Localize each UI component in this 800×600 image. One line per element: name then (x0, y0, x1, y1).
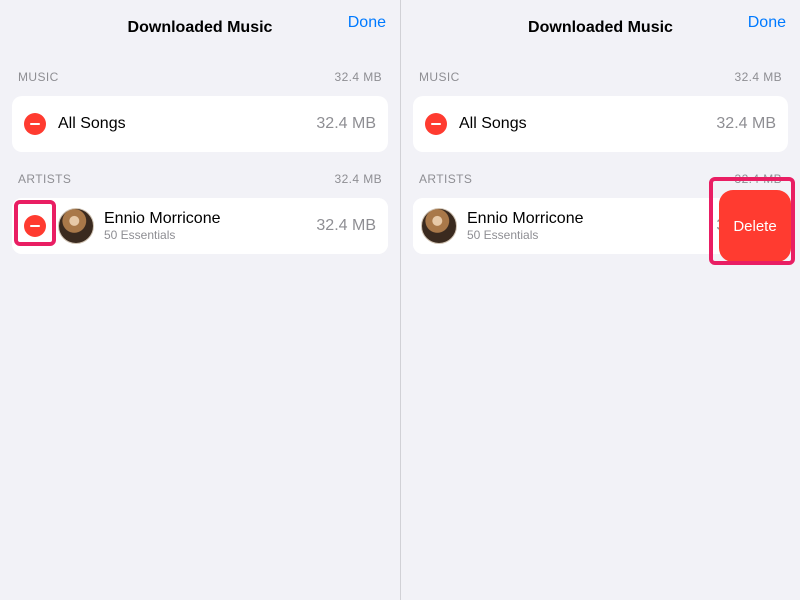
artist-row-wrap: Ennio Morricone 50 Essentials 32.4 MB (12, 198, 388, 254)
row-size: 32.4 MB (316, 217, 376, 235)
all-songs-row[interactable]: All Songs 32.4 MB (413, 96, 788, 152)
page-title: Downloaded Music (128, 19, 273, 37)
section-label: MUSIC (419, 70, 460, 84)
done-button[interactable]: Done (348, 14, 386, 32)
section-header-artists: ARTISTS 32.4 MB (401, 166, 800, 192)
all-songs-row[interactable]: All Songs 32.4 MB (12, 96, 388, 152)
artist-sub: 50 Essentials (467, 228, 708, 244)
row-size: 32.4 MB (316, 115, 376, 133)
artist-avatar-icon (58, 208, 94, 244)
music-row-group: All Songs 32.4 MB (413, 96, 788, 152)
section-label: ARTISTS (419, 172, 472, 186)
screenshot-before: Downloaded Music Done MUSIC 32.4 MB All … (0, 0, 400, 600)
section-label: ARTISTS (18, 172, 71, 186)
delete-button[interactable]: Delete (719, 190, 791, 262)
screenshot-after: Downloaded Music Done MUSIC 32.4 MB All … (400, 0, 800, 600)
row-title: All Songs (58, 114, 308, 133)
row-main: Ennio Morricone 50 Essentials (104, 209, 308, 244)
nav-header: Downloaded Music Done (401, 0, 800, 50)
section-size: 32.4 MB (335, 70, 383, 84)
section-size: 32.4 MB (735, 70, 783, 84)
section-header-artists: ARTISTS 32.4 MB (0, 166, 400, 192)
music-row-group: All Songs 32.4 MB (12, 96, 388, 152)
done-button[interactable]: Done (748, 14, 786, 32)
artist-row-wrap: Ennio Morricone 50 Essentials 32.4 MB De… (413, 198, 788, 254)
row-main: All Songs (459, 114, 708, 133)
artist-name: Ennio Morricone (467, 209, 708, 228)
remove-icon[interactable] (24, 215, 46, 237)
section-size: 32.4 MB (335, 172, 383, 186)
row-title: All Songs (459, 114, 708, 133)
row-size: 32.4 MB (716, 115, 776, 133)
nav-header: Downloaded Music Done (0, 0, 400, 50)
artist-sub: 50 Essentials (104, 228, 308, 244)
row-main: All Songs (58, 114, 308, 133)
section-size: 32.4 MB (735, 172, 783, 186)
artist-avatar-icon (421, 208, 457, 244)
section-label: MUSIC (18, 70, 59, 84)
section-header-music: MUSIC 32.4 MB (0, 64, 400, 90)
section-header-music: MUSIC 32.4 MB (401, 64, 800, 90)
artist-row[interactable]: Ennio Morricone 50 Essentials 32.4 MB (12, 198, 388, 254)
row-main: Ennio Morricone 50 Essentials (467, 209, 708, 244)
remove-icon[interactable] (425, 113, 447, 135)
page-title: Downloaded Music (528, 19, 673, 37)
artist-name: Ennio Morricone (104, 209, 308, 228)
remove-icon[interactable] (24, 113, 46, 135)
